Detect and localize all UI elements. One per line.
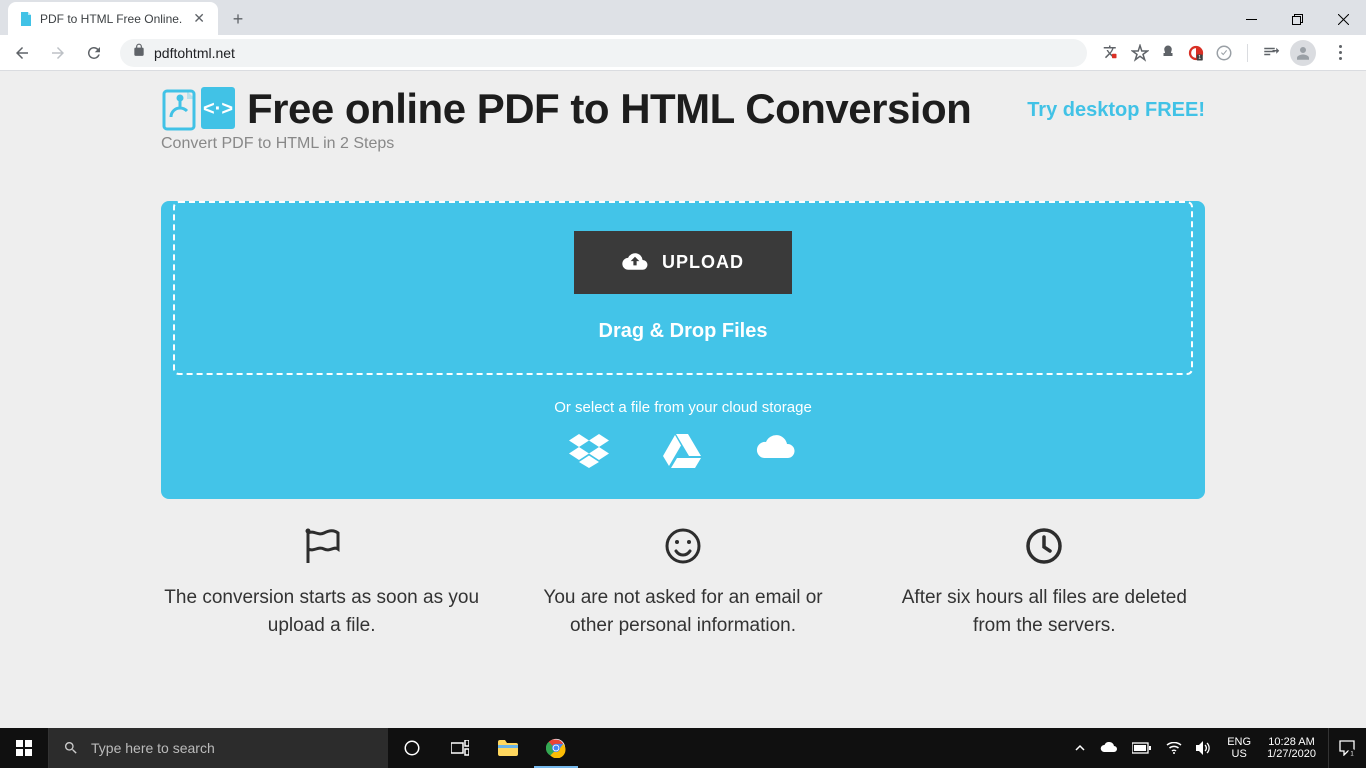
upload-button[interactable]: UPLOAD [574,231,792,294]
feature-item: You are not asked for an email or other … [522,527,843,639]
extension-icon-1[interactable] [1159,44,1177,62]
search-placeholder: Type here to search [91,740,215,756]
tab-close-icon[interactable]: ✕ [190,10,208,27]
dropzone[interactable]: UPLOAD Drag & Drop Files [173,201,1193,375]
cortana-icon[interactable] [388,728,436,768]
start-button[interactable] [0,728,48,768]
divider [1247,44,1248,62]
window-minimize-button[interactable] [1228,3,1274,35]
cloud-storage-text: Or select a file from your cloud storage [161,399,1205,416]
page-title: Free online PDF to HTML Conversion [247,85,971,133]
page-subtitle: Convert PDF to HTML in 2 Steps [161,135,971,153]
cloud-upload-icon [622,249,648,276]
reload-button[interactable] [78,37,110,69]
page-viewport[interactable]: <·> Free online PDF to HTML Conversion C… [0,71,1366,728]
logo-icon: <·> [161,85,239,133]
battery-icon[interactable] [1129,742,1155,754]
drag-drop-text: Drag & Drop Files [175,320,1191,343]
flag-icon [302,527,342,570]
feature-text: You are not asked for an email or other … [522,584,843,639]
tab-title: PDF to HTML Free Online. [40,12,184,26]
extension-icons: 1 [1097,40,1360,66]
dropbox-icon[interactable] [569,434,609,473]
taskbar-search[interactable]: Type here to search [48,728,388,768]
reading-list-icon[interactable] [1262,44,1280,62]
clock[interactable]: 10:28 AM 1/27/2020 [1263,736,1320,760]
file-explorer-icon[interactable] [484,728,532,768]
window-maximize-button[interactable] [1274,3,1320,35]
profile-avatar[interactable] [1290,40,1316,66]
desktop-cta-link[interactable]: Try desktop FREE! [1027,99,1205,122]
features-row: The conversion starts as soon as you upl… [161,527,1205,639]
lock-icon [132,43,146,62]
svg-text:1: 1 [1198,55,1201,61]
onedrive-icon[interactable] [755,434,797,473]
back-button[interactable] [6,37,38,69]
onedrive-tray-icon[interactable] [1097,742,1121,754]
new-tab-button[interactable]: + [224,5,252,33]
search-icon [63,740,79,756]
extension-icon-2[interactable]: 1 [1187,44,1205,62]
translate-icon[interactable] [1103,44,1121,62]
task-view-icon[interactable] [436,728,484,768]
language-indicator[interactable]: ENG US [1223,736,1255,760]
feature-item: After six hours all files are deleted fr… [884,527,1205,639]
url-text: pdftohtml.net [154,45,235,61]
browser-tab[interactable]: PDF to HTML Free Online. ✕ [8,2,218,35]
tray-chevron-icon[interactable] [1071,742,1089,754]
browser-menu-button[interactable] [1326,45,1354,60]
svg-text:<·>: <·> [203,98,233,120]
upload-button-label: UPLOAD [662,252,744,273]
smile-icon [664,527,702,570]
feature-text: The conversion starts as soon as you upl… [161,584,482,639]
extension-icon-3[interactable] [1215,44,1233,62]
browser-titlebar: PDF to HTML Free Online. ✕ + [0,0,1366,35]
google-drive-icon[interactable] [663,434,701,473]
browser-toolbar: pdftohtml.net 1 [0,35,1366,71]
star-icon[interactable] [1131,44,1149,62]
action-center-icon[interactable]: 1 [1328,728,1364,768]
feature-item: The conversion starts as soon as you upl… [161,527,482,639]
favicon-icon [18,11,34,27]
chrome-icon[interactable] [532,728,580,768]
address-bar[interactable]: pdftohtml.net [120,39,1087,67]
windows-taskbar: Type here to search ENG US 10:28 AM 1/27… [0,728,1366,768]
window-close-button[interactable] [1320,3,1366,35]
volume-icon[interactable] [1193,741,1215,755]
upload-panel: UPLOAD Drag & Drop Files Or select a fil… [161,201,1205,499]
feature-text: After six hours all files are deleted fr… [884,584,1205,639]
wifi-icon[interactable] [1163,742,1185,754]
forward-button[interactable] [42,37,74,69]
clock-icon [1025,527,1063,570]
